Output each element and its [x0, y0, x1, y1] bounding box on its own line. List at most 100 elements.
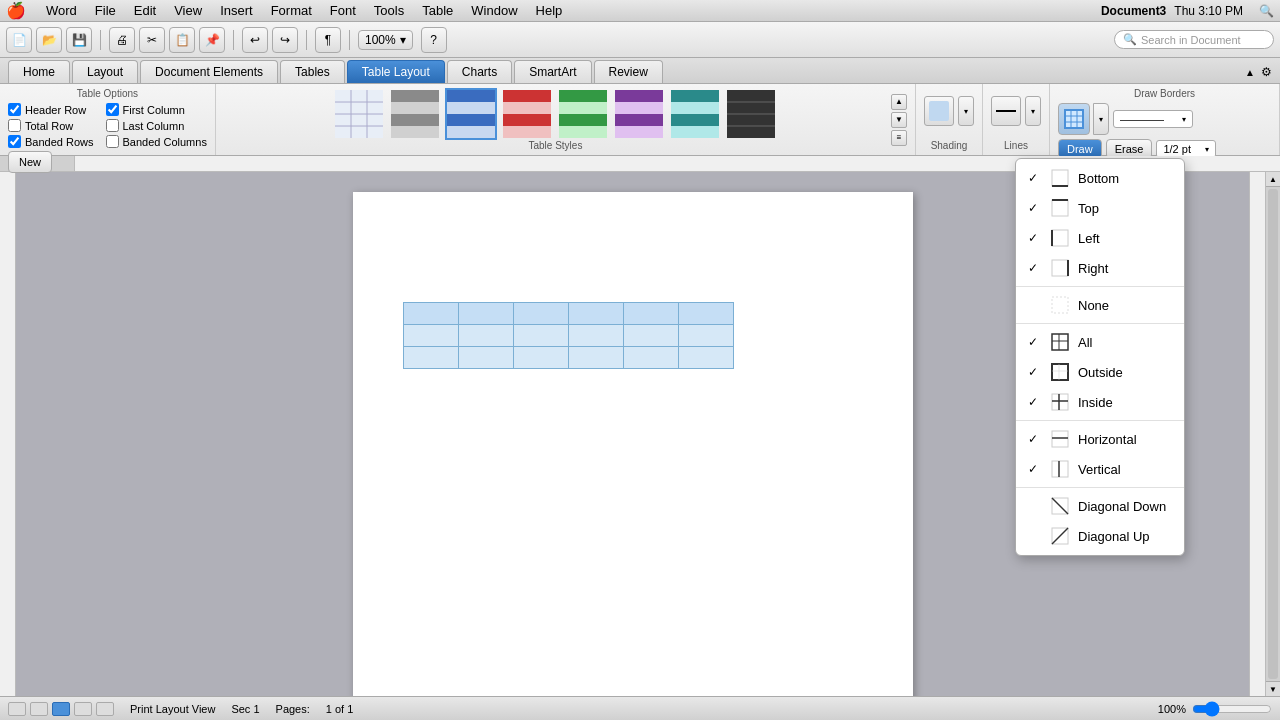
scroll-down-btn[interactable]: ▼ [1266, 681, 1280, 696]
border-all-item[interactable]: ✓ All [1016, 327, 1184, 357]
border-horizontal-item[interactable]: ✓ Horizontal [1016, 424, 1184, 454]
header-row-option[interactable]: Header Row [8, 103, 94, 116]
style-down-btn[interactable]: ▼ [891, 112, 907, 128]
apple-menu[interactable]: 🍎 [6, 1, 26, 20]
last-column-option[interactable]: Last Column [106, 119, 207, 132]
banded-rows-check[interactable] [8, 135, 21, 148]
table-cell[interactable] [513, 303, 568, 325]
tab-document-elements[interactable]: Document Elements [140, 60, 278, 83]
total-row-check[interactable] [8, 119, 21, 132]
zoom-dropdown-icon[interactable]: ▾ [400, 33, 406, 47]
save-btn[interactable]: 💾 [66, 27, 92, 53]
borders-dropdown-btn[interactable]: ▾ [1093, 103, 1109, 135]
scroll-up-btn[interactable]: ▲ [1266, 172, 1280, 187]
vertical-scrollbar[interactable]: ▲ ▼ [1265, 172, 1280, 696]
format-btn[interactable]: ¶ [315, 27, 341, 53]
menu-format[interactable]: Format [263, 1, 320, 20]
search-icon[interactable]: 🔍 [1259, 4, 1274, 18]
menu-insert[interactable]: Insert [212, 1, 261, 20]
table-cell[interactable] [513, 325, 568, 347]
view-mode-2[interactable] [30, 702, 48, 716]
view-mode-5[interactable] [96, 702, 114, 716]
ribbon-up-btn[interactable]: ▲ [1245, 67, 1255, 78]
table-cell[interactable] [403, 325, 458, 347]
table-cell[interactable] [623, 325, 678, 347]
tab-table-layout[interactable]: Table Layout [347, 60, 445, 83]
table-cell[interactable] [678, 325, 733, 347]
view-mode-1[interactable] [8, 702, 26, 716]
first-column-check[interactable] [106, 103, 119, 116]
line-style-dropdown[interactable]: ▾ [1182, 115, 1186, 124]
borders-icon-btn[interactable] [1058, 103, 1090, 135]
table-cell[interactable] [568, 325, 623, 347]
style-more-btn[interactable]: ≡ [891, 130, 907, 146]
header-row-check[interactable] [8, 103, 21, 116]
line-style-box[interactable]: ———— ▾ [1113, 110, 1193, 128]
tab-tables[interactable]: Tables [280, 60, 345, 83]
copy-btn[interactable]: 📋 [169, 27, 195, 53]
total-row-option[interactable]: Total Row [8, 119, 94, 132]
menu-font[interactable]: Font [322, 1, 364, 20]
paste-btn[interactable]: 📌 [199, 27, 225, 53]
style-up-btn[interactable]: ▲ [891, 94, 907, 110]
style-teal[interactable] [669, 88, 721, 140]
menu-tools[interactable]: Tools [366, 1, 412, 20]
style-red[interactable] [501, 88, 553, 140]
menu-view[interactable]: View [166, 1, 210, 20]
border-right-item[interactable]: ✓ Right [1016, 253, 1184, 283]
redo-btn[interactable]: ↪ [272, 27, 298, 53]
zoom-slider[interactable] [1192, 701, 1272, 717]
table-cell[interactable] [403, 347, 458, 369]
lines-dropdown-btn[interactable]: ▾ [1025, 96, 1041, 126]
scroll-thumb[interactable] [1268, 189, 1278, 679]
lines-color-btn[interactable] [991, 96, 1021, 126]
style-dark[interactable] [725, 88, 777, 140]
banded-rows-option[interactable]: Banded Rows [8, 135, 94, 148]
tab-charts[interactable]: Charts [447, 60, 512, 83]
border-left-item[interactable]: ✓ Left [1016, 223, 1184, 253]
view-mode-3[interactable] [52, 702, 70, 716]
table-cell[interactable] [568, 303, 623, 325]
style-purple[interactable] [613, 88, 665, 140]
style-plain[interactable] [333, 88, 385, 140]
banded-columns-check[interactable] [106, 135, 119, 148]
style-blue-stripe[interactable] [445, 88, 497, 140]
menu-help[interactable]: Help [528, 1, 571, 20]
border-inside-item[interactable]: ✓ Inside [1016, 387, 1184, 417]
print-btn[interactable]: 🖨 [109, 27, 135, 53]
first-column-option[interactable]: First Column [106, 103, 207, 116]
menu-window[interactable]: Window [463, 1, 525, 20]
style-stripe-1[interactable] [389, 88, 441, 140]
ribbon-settings-btn[interactable]: ⚙ [1261, 65, 1272, 79]
border-outside-item[interactable]: ✓ Outside [1016, 357, 1184, 387]
border-bottom-item[interactable]: ✓ Bottom [1016, 163, 1184, 193]
last-column-check[interactable] [106, 119, 119, 132]
table-cell[interactable] [678, 347, 733, 369]
line-weight-dropdown[interactable]: ▾ [1205, 145, 1209, 154]
border-diagonal-up-item[interactable]: Diagonal Up [1016, 521, 1184, 551]
menu-edit[interactable]: Edit [126, 1, 164, 20]
table-cell[interactable] [458, 303, 513, 325]
table-cell[interactable] [623, 303, 678, 325]
border-diagonal-down-item[interactable]: Diagonal Down [1016, 491, 1184, 521]
tab-smartart[interactable]: SmartArt [514, 60, 591, 83]
tab-layout[interactable]: Layout [72, 60, 138, 83]
table-cell[interactable] [458, 347, 513, 369]
zoom-box[interactable]: 100% ▾ [358, 30, 413, 50]
table-cell[interactable] [623, 347, 678, 369]
search-box[interactable]: 🔍 Search in Document [1114, 30, 1274, 49]
undo-btn[interactable]: ↩ [242, 27, 268, 53]
border-vertical-item[interactable]: ✓ Vertical [1016, 454, 1184, 484]
shading-btn[interactable] [924, 96, 954, 126]
open-btn[interactable]: 📂 [36, 27, 62, 53]
table-cell[interactable] [458, 325, 513, 347]
new-style-btn[interactable]: New [8, 151, 52, 173]
cut-btn[interactable]: ✂ [139, 27, 165, 53]
table-cell[interactable] [403, 303, 458, 325]
menu-word[interactable]: Word [38, 1, 85, 20]
border-top-item[interactable]: ✓ Top [1016, 193, 1184, 223]
help-btn[interactable]: ? [421, 27, 447, 53]
document-table[interactable] [403, 302, 734, 369]
shading-dropdown-btn[interactable]: ▾ [958, 96, 974, 126]
menu-table[interactable]: Table [414, 1, 461, 20]
